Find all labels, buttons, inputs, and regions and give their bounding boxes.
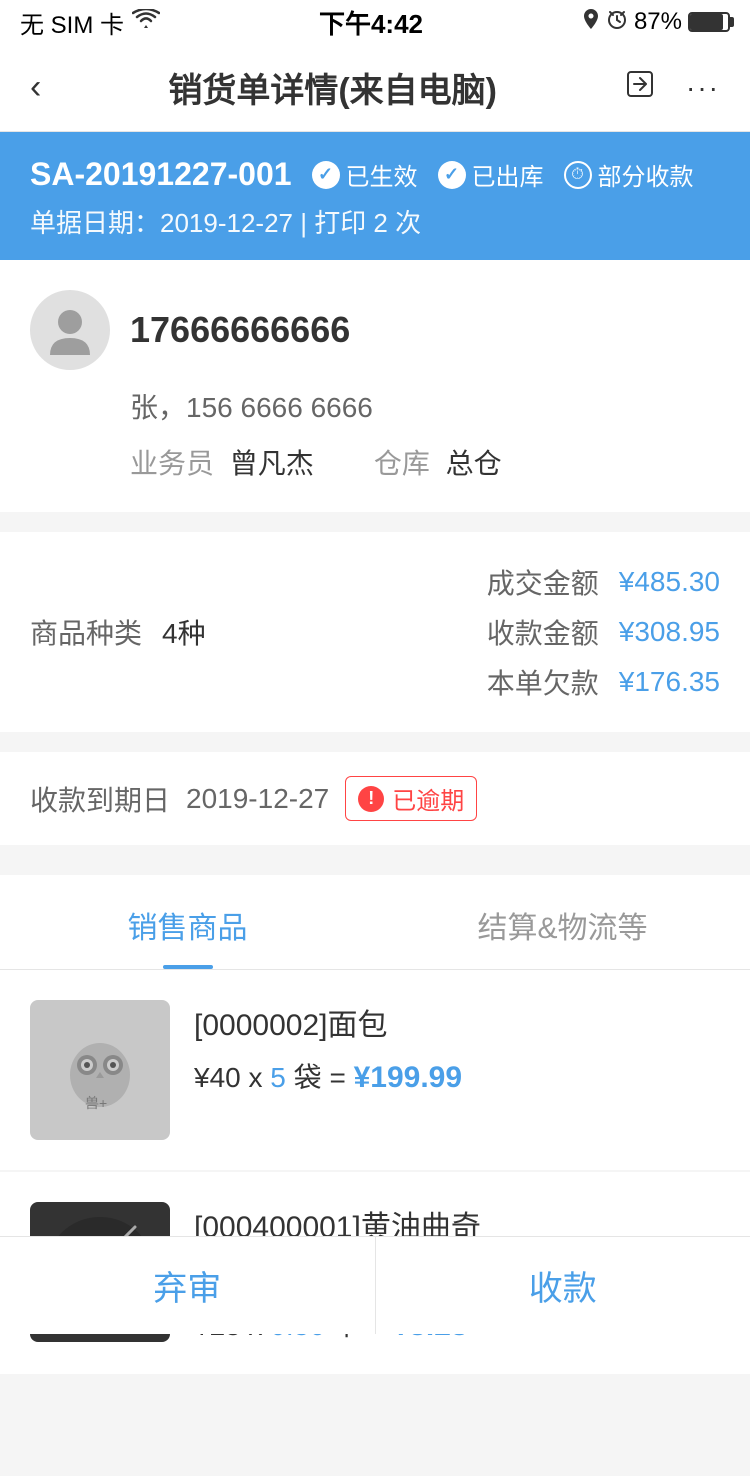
sales-info: 业务员 曾凡杰	[130, 442, 314, 482]
customer-section: 17666666666 张，156 6666 6666 业务员 曾凡杰 仓库 总…	[0, 260, 750, 512]
overdue-badge: ! 已逾期	[345, 776, 477, 821]
overdue-text: 已逾期	[392, 781, 464, 816]
product-price-row-1: ¥40 x 5 袋 = ¥199.99	[194, 1056, 720, 1096]
svg-text:兽+: 兽+	[85, 1095, 107, 1111]
alarm-icon	[606, 8, 628, 37]
owed-value: ¥176.35	[619, 666, 720, 698]
status-left: 无 SIM 卡	[20, 5, 160, 40]
battery-icon	[688, 12, 730, 32]
product-info-1: [0000002]面包 ¥40 x 5 袋 = ¥199.99	[194, 1000, 720, 1096]
status-shipped: ✓ 已出库	[438, 157, 544, 192]
tab-settlement[interactable]: 结算&物流等	[375, 875, 750, 969]
clock-icon: ⏱	[564, 161, 592, 189]
header-banner: SA-20191227-001 ✓ 已生效 ✓ 已出库 ⏱ 部分收款 单据日期：…	[0, 132, 750, 260]
collect-payment-button[interactable]: 收款	[376, 1237, 750, 1334]
location-icon	[582, 8, 600, 37]
share-icon[interactable]	[624, 68, 656, 107]
tab-products[interactable]: 销售商品	[0, 875, 375, 969]
bottom-spacer	[0, 1376, 750, 1476]
sales-label: 业务员	[130, 448, 214, 479]
summary-section: 商品种类 4种 成交金额 ¥485.30 收款金额 ¥308.95 本单欠款 ¥…	[0, 532, 750, 732]
received-value: ¥308.95	[619, 616, 720, 648]
order-date: 单据日期：2019-12-27 | 打印 2 次	[30, 203, 720, 240]
order-row: SA-20191227-001 ✓ 已生效 ✓ 已出库 ⏱ 部分收款	[30, 156, 720, 193]
product-total-1: ¥199.99	[354, 1061, 462, 1094]
status-effective: ✓ 已生效	[312, 157, 418, 192]
amount-summary: 成交金额 ¥485.30 收款金额 ¥308.95 本单欠款 ¥176.35	[487, 562, 720, 702]
deal-amount-label: 成交金额	[487, 562, 599, 602]
due-date: 2019-12-27	[186, 783, 329, 815]
product-qty-1: 5	[270, 1062, 286, 1093]
battery-percent: 87%	[634, 8, 682, 36]
product-thumbnail-1: 兽+	[30, 1000, 170, 1140]
sales-value: 曾凡杰	[230, 448, 314, 479]
order-id: SA-20191227-001	[30, 156, 292, 193]
product-type-label: 商品种类	[30, 612, 142, 652]
more-button[interactable]: ···	[686, 72, 720, 104]
carrier-text: 无 SIM 卡	[20, 5, 124, 40]
tabs-row: 销售商品 结算&物流等	[0, 875, 750, 970]
nav-right: ···	[624, 68, 720, 107]
customer-meta: 业务员 曾凡杰 仓库 总仓	[30, 442, 720, 482]
status-shipped-text: 已出库	[472, 157, 544, 192]
tabs-section: 销售商品 结算&物流等	[0, 875, 750, 970]
due-section: 收款到期日 2019-12-27 ! 已逾期	[0, 752, 750, 845]
received-amount-row: 收款金额 ¥308.95	[487, 612, 720, 652]
status-bar: 无 SIM 卡 下午4:42 87%	[0, 0, 750, 44]
customer-row: 17666666666	[30, 290, 720, 370]
warehouse-value: 总仓	[446, 448, 502, 479]
avatar	[30, 290, 110, 370]
status-time: 下午4:42	[319, 4, 423, 41]
customer-contact: 张，156 6666 6666	[30, 386, 720, 426]
warehouse-label: 仓库	[374, 448, 430, 479]
page-title: 销货单详情(来自电脑)	[168, 63, 497, 112]
warning-icon: !	[358, 786, 384, 812]
owed-label: 本单欠款	[487, 662, 599, 702]
product-type-value: 4种	[162, 612, 206, 652]
due-label: 收款到期日	[30, 779, 170, 819]
wifi-icon	[132, 8, 160, 36]
back-button[interactable]: ‹	[30, 68, 41, 107]
deal-amount-value: ¥485.30	[619, 566, 720, 598]
deal-amount-row: 成交金额 ¥485.30	[487, 562, 720, 602]
status-effective-text: 已生效	[346, 157, 418, 192]
received-label: 收款金额	[487, 612, 599, 652]
customer-phone: 17666666666	[130, 309, 350, 351]
check-icon-2: ✓	[438, 161, 466, 189]
product-item: 兽+ [0000002]面包 ¥40 x 5 袋 = ¥199.99	[0, 970, 750, 1170]
check-icon-1: ✓	[312, 161, 340, 189]
nav-bar: ‹ 销货单详情(来自电脑) ···	[0, 44, 750, 132]
product-name-1: [0000002]面包	[194, 1000, 720, 1044]
cancel-review-button[interactable]: 弃审	[0, 1237, 376, 1334]
status-right: 87%	[582, 8, 730, 37]
bottom-bar: 弃审 收款	[0, 1236, 750, 1334]
status-partial: ⏱ 部分收款	[564, 157, 694, 192]
warehouse-info: 仓库 总仓	[374, 442, 502, 482]
owed-amount-row: 本单欠款 ¥176.35	[487, 662, 720, 702]
status-partial-text: 部分收款	[598, 157, 694, 192]
separator-1	[0, 855, 750, 875]
product-type: 商品种类 4种	[30, 562, 206, 702]
